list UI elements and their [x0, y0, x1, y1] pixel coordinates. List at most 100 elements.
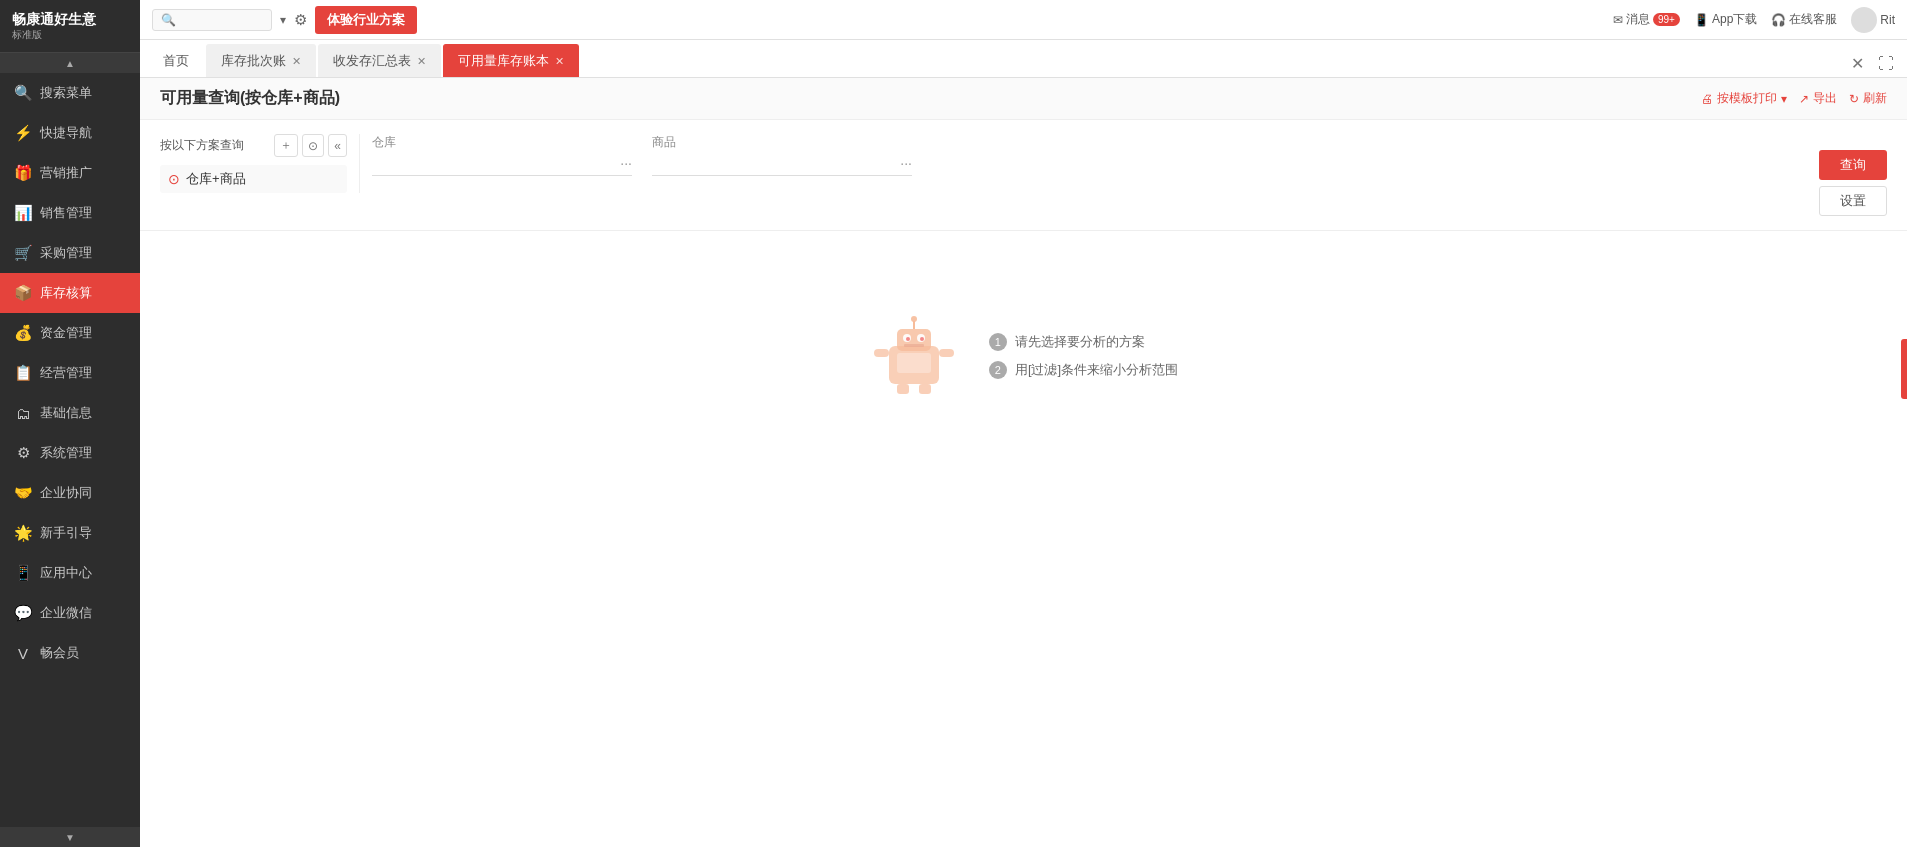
service-icon: 🎧 — [1771, 13, 1786, 27]
tab-home[interactable]: 首页 — [148, 44, 204, 77]
right-edge-indicator — [1901, 339, 1907, 399]
tab-available-close[interactable]: ✕ — [555, 55, 564, 68]
tab-available[interactable]: 可用量库存账本 ✕ — [443, 44, 579, 77]
query-button[interactable]: 查询 — [1819, 150, 1887, 180]
goods-input[interactable] — [652, 156, 896, 171]
sidebar-item-shortcut[interactable]: ⚡ 快捷导航 — [0, 113, 140, 153]
sidebar-label-marketing: 营销推广 — [40, 164, 92, 182]
scheme-item-warehouse-goods[interactable]: ⊙ 仓库+商品 — [160, 165, 347, 193]
hint-text-2: 用[过滤]条件来缩小分析范围 — [1015, 361, 1178, 379]
sidebar-label-sales: 销售管理 — [40, 204, 92, 222]
page-title-actions: 🖨 按模板打印 ▾ ↗ 导出 ↻ 刷新 — [1701, 90, 1887, 107]
tab-batch-label: 库存批次账 — [221, 52, 286, 70]
tab-available-label: 可用量库存账本 — [458, 52, 549, 70]
svg-point-7 — [911, 316, 917, 322]
sidebar-item-basic[interactable]: 🗂 基础信息 — [0, 393, 140, 433]
search-icon-small: 🔍 — [161, 13, 176, 27]
app-download-label: App下载 — [1712, 11, 1757, 28]
sidebar-item-enterprise[interactable]: 🤝 企业协同 — [0, 473, 140, 513]
member-icon: V — [14, 645, 32, 662]
hint-text-1: 请先选择要分析的方案 — [1015, 333, 1145, 351]
settings-scheme-btn[interactable]: ⊙ — [302, 134, 324, 157]
main-area: 🔍 ▾ ⚙ 体验行业方案 ✉ 消息 99+ 📱 App下载 🎧 在线客服 Rit — [140, 0, 1907, 847]
add-scheme-btn[interactable]: ＋ — [274, 134, 298, 157]
app-download-icon: 📱 — [1694, 13, 1709, 27]
sidebar-item-search[interactable]: 🔍 搜索菜单 — [0, 73, 140, 113]
message-badge: 99+ — [1653, 13, 1680, 26]
sidebar-item-sales[interactable]: 📊 销售管理 — [0, 193, 140, 233]
user-avatar-area[interactable]: Rit — [1851, 7, 1895, 33]
trial-btn[interactable]: 体验行业方案 — [315, 6, 417, 34]
sidebar-label-newbie: 新手引导 — [40, 524, 92, 542]
header-right: ✉ 消息 99+ 📱 App下载 🎧 在线客服 Rit — [1613, 7, 1895, 33]
tab-expand-btn[interactable]: ⛶ — [1873, 53, 1899, 75]
sidebar-label-basic: 基础信息 — [40, 404, 92, 422]
inventory-icon: 📦 — [14, 284, 32, 302]
sidebar-item-wechat[interactable]: 💬 企业微信 — [0, 593, 140, 633]
search-input[interactable] — [180, 13, 260, 27]
header-search-box[interactable]: 🔍 — [152, 9, 272, 31]
app-name: 畅康通好生意 — [12, 10, 128, 28]
export-label: 导出 — [1813, 90, 1837, 107]
sidebar: 畅康通好生意 标准版 ▲ 🔍 搜索菜单 ⚡ 快捷导航 🎁 营销推广 📊 销售管理… — [0, 0, 140, 847]
tab-batch-close[interactable]: ✕ — [292, 55, 301, 68]
page-title: 可用量查询(按仓库+商品) — [160, 88, 340, 109]
sidebar-label-wechat: 企业微信 — [40, 604, 92, 622]
sidebar-label-appcenter: 应用中心 — [40, 564, 92, 582]
warehouse-input[interactable] — [372, 156, 616, 171]
search-icon: 🔍 — [14, 84, 32, 102]
warehouse-dots-btn[interactable]: ··· — [620, 155, 632, 171]
collapse-scheme-btn[interactable]: « — [328, 134, 347, 157]
filter-scheme-label: 按以下方案查询 — [160, 137, 244, 154]
filter-fields: 仓库 ··· 商品 ··· — [372, 134, 1807, 176]
tab-batch[interactable]: 库存批次账 ✕ — [206, 44, 316, 77]
tab-summary[interactable]: 收发存汇总表 ✕ — [318, 44, 441, 77]
print-button[interactable]: 🖨 按模板打印 ▾ — [1701, 90, 1787, 107]
sidebar-item-appcenter[interactable]: 📱 应用中心 — [0, 553, 140, 593]
sidebar-scroll-up[interactable]: ▲ — [0, 53, 140, 73]
newbie-icon: 🌟 — [14, 524, 32, 542]
sidebar-item-operations[interactable]: 📋 经营管理 — [0, 353, 140, 393]
service-button[interactable]: 🎧 在线客服 — [1771, 11, 1837, 28]
sidebar-label-purchase: 采购管理 — [40, 244, 92, 262]
tab-close-all-btn[interactable]: ✕ — [1846, 52, 1869, 75]
message-label: 消息 — [1626, 11, 1650, 28]
filter-scheme-panel: 按以下方案查询 ＋ ⊙ « ⊙ 仓库+商品 — [160, 134, 360, 193]
empty-state-content: 1 请先选择要分析的方案 2 用[过滤]条件来缩小分析范围 — [869, 311, 1178, 401]
hint-num-2: 2 — [989, 361, 1007, 379]
sidebar-item-inventory[interactable]: 📦 库存核算 — [0, 273, 140, 313]
scheme-icon: ⊙ — [168, 171, 180, 187]
header-dropdown-button[interactable]: ▾ — [280, 13, 286, 27]
export-button[interactable]: ↗ 导出 — [1799, 90, 1837, 107]
sidebar-scroll-down[interactable]: ▼ — [0, 827, 140, 847]
appcenter-icon: 📱 — [14, 564, 32, 582]
warehouse-field-label: 仓库 — [372, 134, 632, 151]
header-gear-button[interactable]: ⚙ — [294, 11, 307, 29]
warehouse-field-input-wrapper: ··· — [372, 155, 632, 176]
sidebar-label-system: 系统管理 — [40, 444, 92, 462]
wechat-icon: 💬 — [14, 604, 32, 622]
tab-summary-close[interactable]: ✕ — [417, 55, 426, 68]
message-button[interactable]: ✉ 消息 99+ — [1613, 11, 1680, 28]
sidebar-label-operations: 经营管理 — [40, 364, 92, 382]
empty-state-illustration — [869, 311, 959, 401]
tab-right-buttons: ✕ ⛶ — [1846, 52, 1899, 77]
sidebar-item-finance[interactable]: 💰 资金管理 — [0, 313, 140, 353]
filter-scheme-actions: ＋ ⊙ « — [274, 134, 347, 157]
message-icon: ✉ — [1613, 13, 1623, 27]
sidebar-item-purchase[interactable]: 🛒 采购管理 — [0, 233, 140, 273]
sidebar-label-search: 搜索菜单 — [40, 84, 92, 102]
print-dropdown-icon[interactable]: ▾ — [1781, 92, 1787, 106]
enterprise-icon: 🤝 — [14, 484, 32, 502]
settings-button[interactable]: 设置 — [1819, 186, 1887, 216]
refresh-button[interactable]: ↻ 刷新 — [1849, 90, 1887, 107]
svg-point-5 — [920, 337, 924, 341]
app-download-button[interactable]: 📱 App下载 — [1694, 11, 1757, 28]
sidebar-item-system[interactable]: ⚙ 系统管理 — [0, 433, 140, 473]
finance-icon: 💰 — [14, 324, 32, 342]
sidebar-item-member[interactable]: V 畅会员 — [0, 633, 140, 673]
empty-hint-1: 1 请先选择要分析的方案 — [989, 333, 1178, 351]
goods-dots-btn[interactable]: ··· — [900, 155, 912, 171]
sidebar-item-newbie[interactable]: 🌟 新手引导 — [0, 513, 140, 553]
sidebar-item-marketing[interactable]: 🎁 营销推广 — [0, 153, 140, 193]
